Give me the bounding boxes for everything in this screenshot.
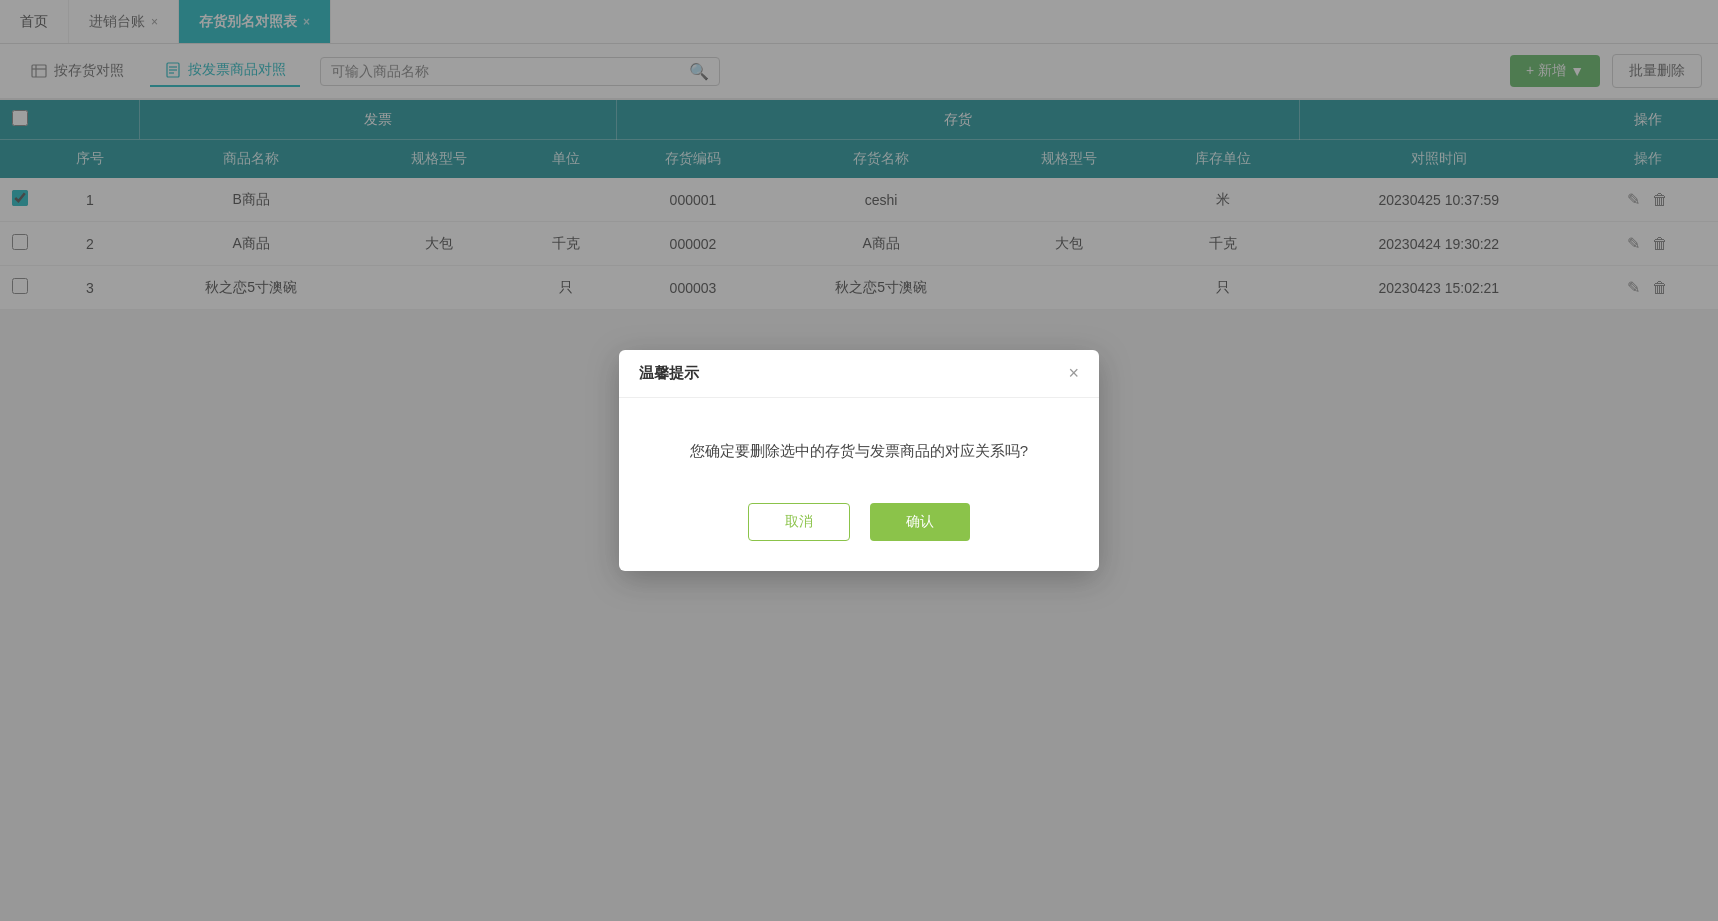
dialog-overlay[interactable]: 温馨提示 × 您确定要删除选中的存货与发票商品的对应关系吗? 取消 确认 [0,0,1718,310]
